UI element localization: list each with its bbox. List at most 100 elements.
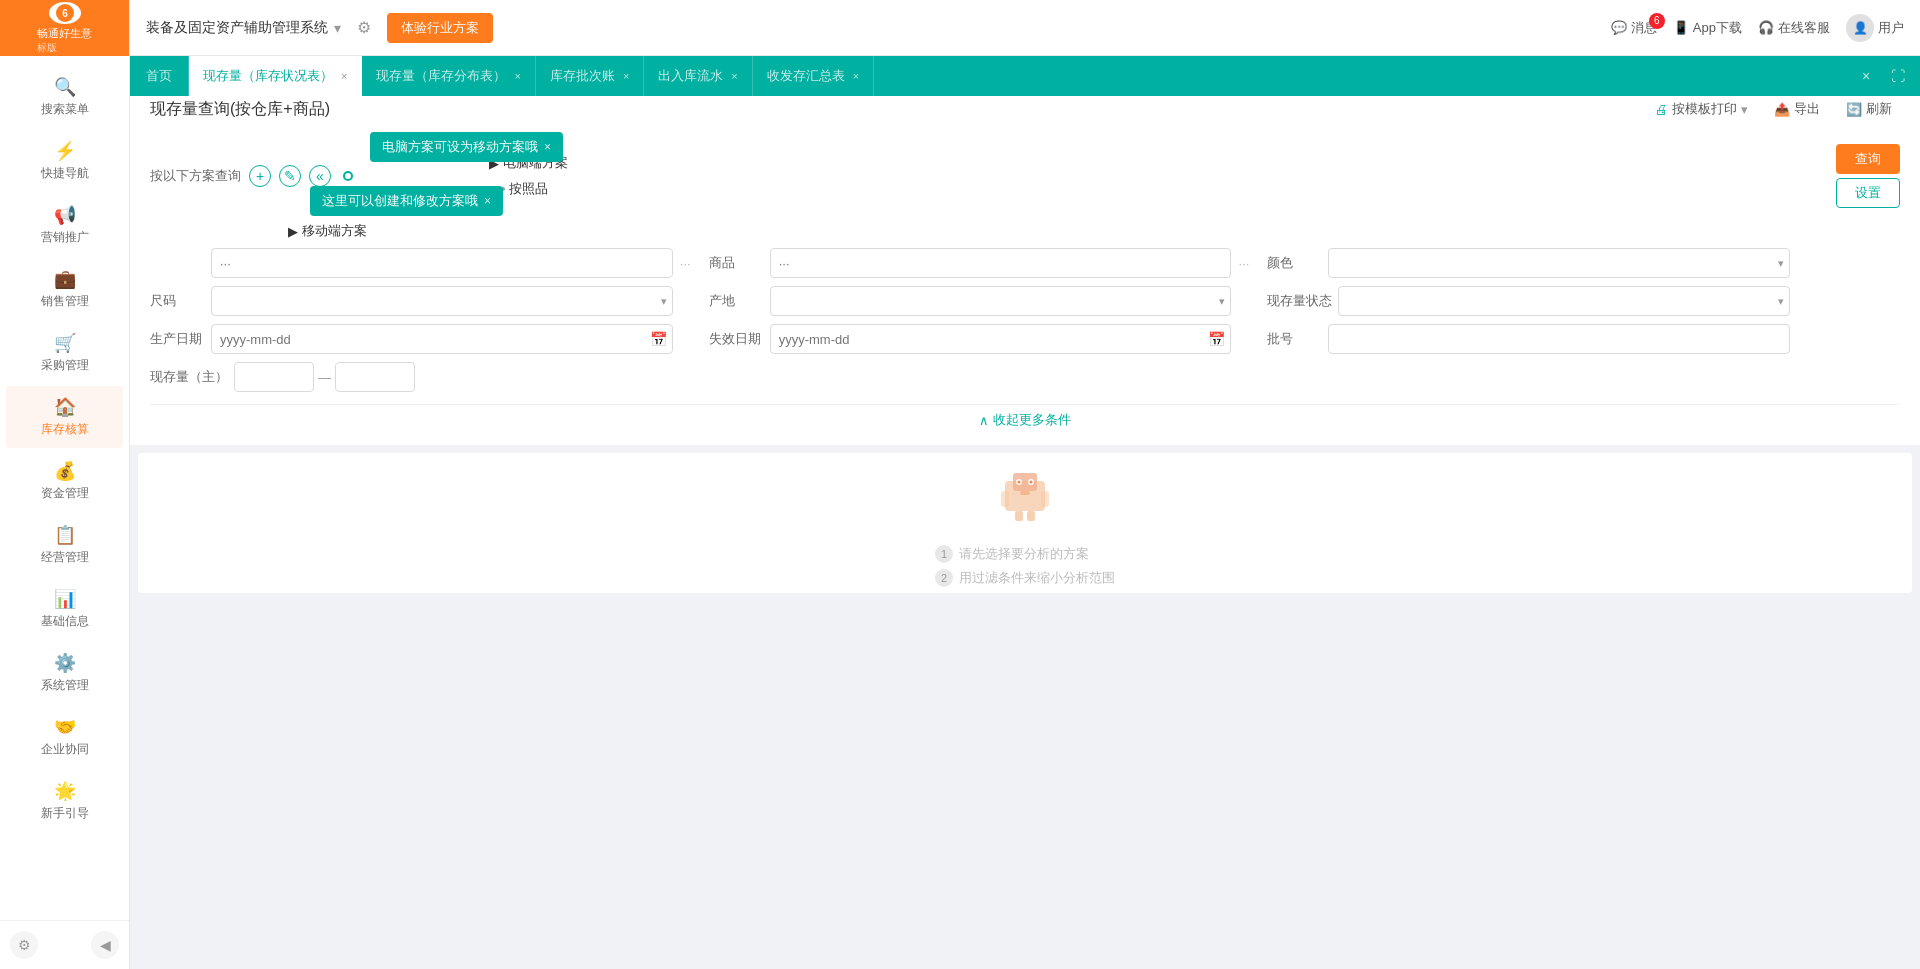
app-download-item[interactable]: 📱 App下载 <box>1673 19 1742 37</box>
sidebar-item-inventory[interactable]: 🏠 库存核算 <box>6 386 123 448</box>
export-icon: 📤 <box>1774 102 1790 117</box>
tabs-controls: × ⛶ <box>1852 62 1920 90</box>
tab-batch[interactable]: 库存批次账 × <box>536 56 644 96</box>
enterprise-icon: 🤝 <box>54 716 76 738</box>
logo-icon: 6 <box>49 2 81 24</box>
finance-icon: 💰 <box>54 460 76 482</box>
sidebar-collapse-btn[interactable]: ◀ <box>91 931 119 959</box>
filter-fields-grid: ··· 商品 ··· 颜色 ▾ <box>150 248 1810 400</box>
user-item[interactable]: 👤 用户 <box>1846 14 1904 42</box>
filter-cell-origin: 产地 ▾ <box>709 286 1252 316</box>
export-btn[interactable]: 📤 导出 <box>1766 96 1828 122</box>
reset-btn[interactable]: 设置 <box>1836 178 1900 208</box>
sidebar-item-purchase[interactable]: 🛒 采购管理 <box>6 322 123 384</box>
inventory-max-input[interactable] <box>335 362 415 392</box>
filter-cell-warehouse: ··· <box>150 248 693 278</box>
tab-inventory-dist[interactable]: 现存量（库存分布表） × <box>362 56 535 96</box>
warehouse-input[interactable] <box>211 248 673 278</box>
base-icon: 📊 <box>54 588 76 610</box>
sidebar-menu: 🔍 搜索菜单 ⚡ 快捷导航 📢 营销推广 💼 销售管理 🛒 采购管理 🏠 库存核… <box>0 56 129 920</box>
origin-input[interactable] <box>770 286 1232 316</box>
sidebar: 6 畅通好生意 标版 🔍 搜索菜单 ⚡ 快捷导航 📢 营销推广 💼 销售管理 🛒… <box>0 0 130 969</box>
empty-state-illustration <box>985 453 1065 533</box>
tab-summary-label: 收发存汇总表 <box>767 67 845 85</box>
sidebar-item-operations[interactable]: 📋 经营管理 <box>6 514 123 576</box>
color-input[interactable] <box>1328 248 1790 278</box>
tab-inout-label: 出入库流水 <box>658 67 723 85</box>
topbar-right: 💬 6 消息 📱 App下载 🎧 在线客服 👤 用户 <box>1611 14 1904 42</box>
sidebar-bottom: ⚙ ◀ <box>0 920 129 969</box>
add-tooltip-close[interactable]: × <box>544 140 551 154</box>
tab-inout[interactable]: 出入库流水 × <box>644 56 752 96</box>
search-btn[interactable]: 查询 <box>1836 144 1900 174</box>
tab-close-all-btn[interactable]: × <box>1852 62 1880 90</box>
proddate-start-input[interactable] <box>211 324 673 354</box>
online-service-item[interactable]: 🎧 在线客服 <box>1758 19 1830 37</box>
inventory-range-sep: — <box>318 370 331 385</box>
scheme-edit-btn[interactable]: ✎ <box>279 165 301 187</box>
messages-item[interactable]: 💬 6 消息 <box>1611 19 1657 37</box>
filter-cell-proddate: 生产日期 📅 <box>150 324 693 354</box>
quicknav-icon: ⚡ <box>54 140 76 162</box>
size-input[interactable] <box>211 286 673 316</box>
guide-icon: 🌟 <box>54 780 76 802</box>
scheme-mobile-item[interactable]: ▶ 移动端方案 <box>280 218 375 244</box>
empty-state: 1 请先选择要分析的方案 2 用过滤条件来缩小分析范围 <box>935 453 1115 593</box>
filter-scheme-row: 按以下方案查询 + ✎ « 电脑方案可设为移动方案哦 × ▶ 电脑端方 <box>150 134 1900 216</box>
print-btn[interactable]: 🖨 按模板打印 ▾ <box>1647 96 1756 122</box>
empty-tip-1: 1 请先选择要分析的方案 <box>935 545 1115 563</box>
page-actions: 🖨 按模板打印 ▾ 📤 导出 🔄 刷新 <box>1647 96 1900 122</box>
filter-cell-status: 现存量状态 ▾ <box>1267 286 1810 316</box>
system-icon: ⚙️ <box>54 652 76 674</box>
empty-tip-list: 1 请先选择要分析的方案 2 用过滤条件来缩小分析范围 <box>935 545 1115 593</box>
marketing-icon: 📢 <box>54 204 76 226</box>
sidebar-item-enterprise[interactable]: 🤝 企业协同 <box>6 706 123 768</box>
tab-inventory-status[interactable]: 现存量（库存状况表） × <box>189 56 362 96</box>
svg-point-6 <box>1018 481 1021 484</box>
tab-summary[interactable]: 收发存汇总表 × <box>753 56 874 96</box>
tab-inout-close[interactable]: × <box>731 70 737 82</box>
tab-inventory-status-close[interactable]: × <box>341 70 347 82</box>
edit-tooltip-close[interactable]: × <box>484 194 491 208</box>
scheme-import-btn[interactable]: « <box>309 165 331 187</box>
filter-cell-expdate: 失效日期 📅 <box>709 324 1252 354</box>
sidebar-item-system[interactable]: ⚙️ 系统管理 <box>6 642 123 704</box>
sidebar-item-quicknav[interactable]: ⚡ 快捷导航 <box>6 130 123 192</box>
operations-icon: 📋 <box>54 524 76 546</box>
sidebar-item-marketing[interactable]: 📢 营销推广 <box>6 194 123 256</box>
batchno-input[interactable] <box>1328 324 1790 354</box>
industry-btn[interactable]: 体验行业方案 <box>387 13 493 43</box>
mobile-arrow: ▶ <box>288 224 298 239</box>
tab-inventory-dist-close[interactable]: × <box>514 70 520 82</box>
status-input[interactable] <box>1338 286 1790 316</box>
topbar-settings-icon[interactable]: ⚙ <box>353 14 375 41</box>
warehouse-dots[interactable]: ··· <box>680 256 691 271</box>
collapse-btn[interactable]: ∧ 收起更多条件 <box>979 411 1071 429</box>
tab-inventory-dist-label: 现存量（库存分布表） <box>376 67 506 85</box>
refresh-btn[interactable]: 🔄 刷新 <box>1838 96 1900 122</box>
main-area: 装备及固定资产辅助管理系统 ▾ ⚙ 体验行业方案 💬 6 消息 📱 App下载 … <box>130 0 1920 969</box>
sidebar-item-guide[interactable]: 🌟 新手引导 <box>6 770 123 832</box>
collapse-up-icon: ∧ <box>979 413 989 428</box>
inventory-min-input[interactable] <box>234 362 314 392</box>
tab-summary-close[interactable]: × <box>853 70 859 82</box>
tab-batch-close[interactable]: × <box>623 70 629 82</box>
mobile-icon: 📱 <box>1673 20 1689 35</box>
scheme-add-btn[interactable]: + <box>249 165 271 187</box>
sidebar-item-sales[interactable]: 💼 销售管理 <box>6 258 123 320</box>
tab-home[interactable]: 首页 <box>130 56 189 96</box>
product-dots[interactable]: ··· <box>1238 256 1249 271</box>
tabs-bar: 首页 现存量（库存状况表） × 现存量（库存分布表） × 库存批次账 × 出入库… <box>130 56 1920 96</box>
sidebar-item-search[interactable]: 🔍 搜索菜单 <box>6 66 123 128</box>
sidebar-item-base[interactable]: 📊 基础信息 <box>6 578 123 640</box>
scheme-mobile-row: ▶ 移动端方案 <box>150 216 1900 248</box>
filter-cell-batchno: 批号 <box>1267 324 1810 354</box>
sidebar-item-finance[interactable]: 💰 资金管理 <box>6 450 123 512</box>
tab-fullscreen-btn[interactable]: ⛶ <box>1884 62 1912 90</box>
expdate-start-input[interactable] <box>770 324 1232 354</box>
sidebar-settings-btn[interactable]: ⚙ <box>10 931 38 959</box>
scheme-label: 按以下方案查询 <box>150 167 241 185</box>
filter-cell-inventory: 现存量（主） — <box>150 362 693 392</box>
inventory-icon: 🏠 <box>54 396 76 418</box>
product-input[interactable] <box>770 248 1232 278</box>
